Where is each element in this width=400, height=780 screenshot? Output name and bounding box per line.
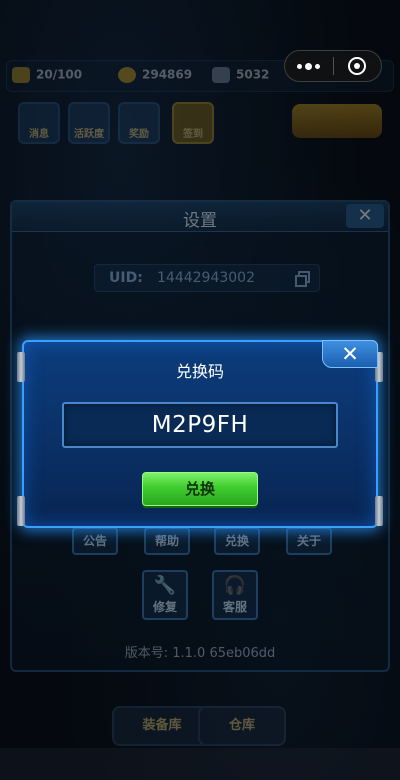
close-circle-icon[interactable]	[333, 51, 381, 81]
more-dots-icon[interactable]	[285, 51, 333, 81]
redeem-code-input[interactable]	[62, 402, 338, 448]
game-screen: 20/100 294869 5032 消息 活跃度 奖励 签到 装备库 仓库 设…	[0, 0, 400, 780]
redeem-submit-button[interactable]: 兑换	[142, 472, 258, 506]
miniprogram-capsule	[284, 50, 382, 82]
dialog-corner-ornament	[17, 496, 25, 526]
dialog-title: 兑换码	[175, 362, 224, 381]
dialog-corner-ornament	[375, 496, 383, 526]
